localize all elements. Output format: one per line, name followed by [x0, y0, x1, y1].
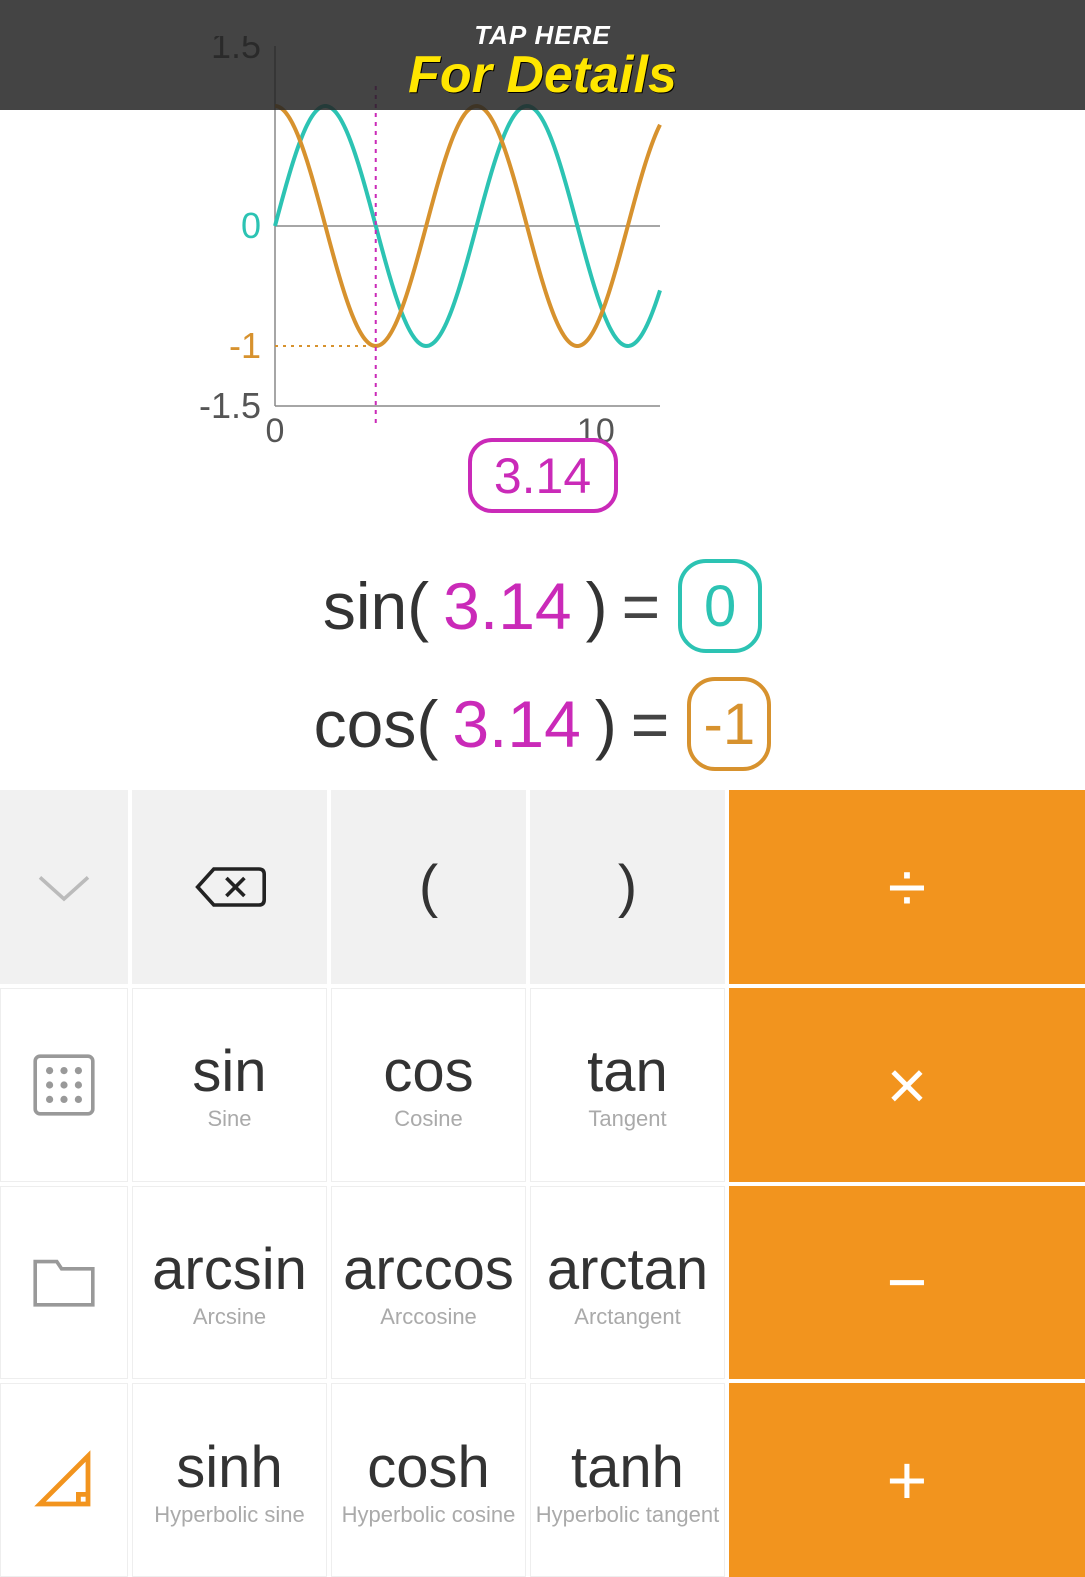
folder-icon [28, 1246, 100, 1318]
key-sub: Hyperbolic cosine [342, 1503, 516, 1527]
key-main: arccos [343, 1236, 514, 1303]
expression-list: sin( 3.14 ) = 0 cos( 3.14 ) = -1 [0, 535, 1085, 771]
keypad: ( ) ÷ sin Sine cos Cosine tan Tangent × … [0, 790, 1085, 1577]
arcsin-button[interactable]: arcsin Arcsine [132, 1186, 327, 1380]
lparen-button[interactable]: ( [331, 790, 526, 984]
key-sub: Arcsine [193, 1305, 266, 1329]
expr-eq: = [631, 686, 670, 762]
arctan-button[interactable]: arctan Arctangent [530, 1186, 725, 1380]
tanh-button[interactable]: tanh Hyperbolic tangent [530, 1383, 725, 1577]
expression-row: cos( 3.14 ) = -1 [0, 677, 1085, 771]
sinh-button[interactable]: sinh Hyperbolic sine [132, 1383, 327, 1577]
collapse-button[interactable] [0, 790, 128, 984]
key-main: tanh [571, 1434, 684, 1501]
divide-button[interactable]: ÷ [729, 790, 1085, 984]
key-main: cos [383, 1038, 473, 1105]
svg-text:0: 0 [266, 412, 285, 450]
svg-text:-1: -1 [229, 325, 261, 366]
expr-fn: cos( [314, 686, 439, 762]
backspace-button[interactable] [132, 790, 327, 984]
key-sub: Arctangent [574, 1305, 680, 1329]
expr-arg[interactable]: 3.14 [443, 568, 571, 644]
expression-row: sin( 3.14 ) = 0 [0, 559, 1085, 653]
key-sub: Sine [207, 1107, 251, 1131]
triangle-button[interactable] [0, 1383, 128, 1577]
key-main: cosh [367, 1434, 490, 1501]
cursor-x-value[interactable]: 3.14 [468, 438, 618, 513]
key-sub: Arccosine [380, 1305, 477, 1329]
chevron-down-icon [28, 851, 100, 923]
key-main: arcsin [152, 1236, 307, 1303]
expr-result[interactable]: 0 [678, 559, 762, 653]
backspace-icon [194, 851, 266, 923]
expr-arg[interactable]: 3.14 [452, 686, 580, 762]
key-sub: Cosine [394, 1107, 462, 1131]
expr-result[interactable]: -1 [687, 677, 771, 771]
tap-for-details-banner[interactable]: TAP HERE For Details [0, 0, 1085, 110]
banner-line2: For Details [0, 45, 1085, 105]
cosh-button[interactable]: cosh Hyperbolic cosine [331, 1383, 526, 1577]
subtract-button[interactable]: − [729, 1186, 1085, 1380]
key-main: tan [587, 1038, 668, 1105]
right-triangle-icon [28, 1444, 100, 1516]
key-sub: Hyperbolic sine [154, 1503, 304, 1527]
expr-fn: sin( [323, 568, 429, 644]
expr-eq: = [622, 568, 661, 644]
tan-button[interactable]: tan Tangent [530, 988, 725, 1182]
key-sub: Tangent [588, 1107, 666, 1131]
sin-button[interactable]: sin Sine [132, 988, 327, 1182]
key-main: sin [192, 1038, 266, 1105]
key-main: arctan [547, 1236, 708, 1303]
multiply-button[interactable]: × [729, 988, 1085, 1182]
key-main: sinh [176, 1434, 282, 1501]
rparen-button[interactable]: ) [530, 790, 725, 984]
numpad-icon [28, 1049, 100, 1121]
svg-text:-1.5: -1.5 [199, 385, 261, 426]
add-button[interactable]: + [729, 1383, 1085, 1577]
cos-button[interactable]: cos Cosine [331, 988, 526, 1182]
toggle-numpad-button[interactable] [0, 988, 128, 1182]
expr-close: ) [586, 568, 608, 644]
arccos-button[interactable]: arccos Arccosine [331, 1186, 526, 1380]
key-sub: Hyperbolic tangent [536, 1503, 719, 1527]
folder-button[interactable] [0, 1186, 128, 1380]
svg-text:0: 0 [241, 205, 261, 246]
expr-close: ) [595, 686, 617, 762]
